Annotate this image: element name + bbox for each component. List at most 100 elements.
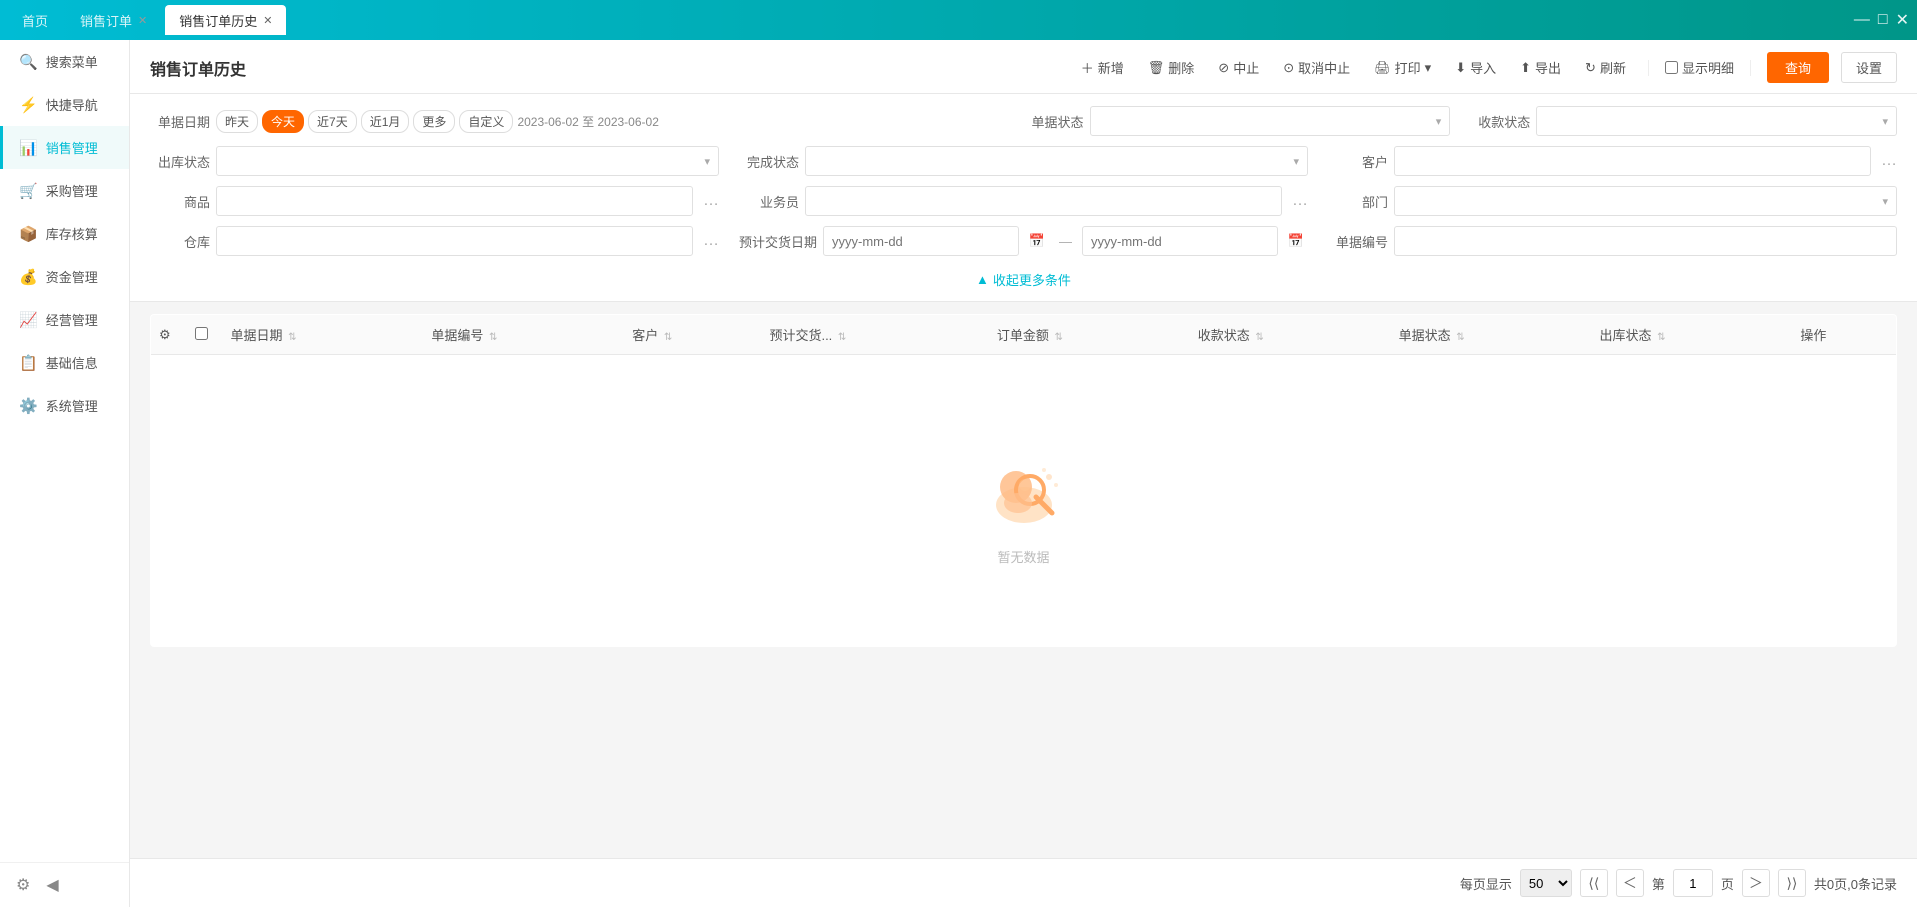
salesperson-dots[interactable]: … (1292, 192, 1308, 210)
empty-illustration (974, 435, 1074, 535)
stop-button[interactable]: ⊘ 中止 (1212, 54, 1265, 81)
settings-button[interactable]: 设置 (1841, 52, 1897, 83)
customer-input[interactable] (1394, 146, 1871, 176)
product-input[interactable] (216, 186, 693, 216)
refresh-icon: ↻ (1585, 60, 1596, 76)
sidebar-item-inventory[interactable]: 📦 库存核算 (0, 212, 129, 255)
salesperson-input[interactable] (805, 186, 1282, 216)
search-menu-icon: 🔍 (19, 53, 38, 71)
col-payment-status-label: 收款状态 (1198, 328, 1250, 343)
col-checkbox[interactable] (187, 315, 223, 355)
refresh-button[interactable]: ↻ 刷新 (1579, 54, 1632, 81)
order-no-input[interactable] (1394, 226, 1897, 256)
tab-sales-order[interactable]: 销售订单 ✕ (66, 5, 161, 35)
expected-date-label: 预计交货日期 (739, 232, 817, 251)
payment-status-select[interactable]: ▾ (1536, 106, 1897, 136)
minimize-button[interactable]: — (1854, 11, 1870, 29)
sidebar-item-purchase-mgmt[interactable]: 🛒 采购管理 (0, 169, 129, 212)
col-payment-status[interactable]: 收款状态 ⇅ (1190, 315, 1391, 355)
display-columns-checkbox[interactable]: 显示明细 (1665, 58, 1734, 77)
customer-label: 客户 (1328, 152, 1388, 171)
sidebar-item-base-info[interactable]: 📋 基础信息 (0, 341, 129, 384)
add-button[interactable]: ＋ 新增 (1075, 54, 1130, 81)
display-columns-input[interactable] (1665, 61, 1678, 74)
table-header-row: ⚙ 单据日期 ⇅ 单据编号 ⇅ 客户 (151, 315, 1897, 355)
page-header: 销售订单历史 ＋ 新增 🗑 删除 ⊘ 中止 ⊙ (130, 40, 1917, 94)
customer-dots[interactable]: … (1881, 152, 1897, 170)
col-settings[interactable]: ⚙ (151, 315, 187, 355)
complete-status-select[interactable]: ▾ (805, 146, 1308, 176)
import-button[interactable]: ⬇ 导入 (1449, 54, 1502, 81)
query-button[interactable]: 查询 (1767, 52, 1829, 83)
delivery-status-select[interactable]: ▾ (216, 146, 719, 176)
per-page-select[interactable]: 50 10 20 100 (1520, 869, 1572, 897)
select-all-checkbox[interactable] (195, 327, 208, 340)
first-page-button[interactable]: ⟨⟨ (1580, 869, 1608, 897)
sidebar-item-quick-nav[interactable]: ⚡ 快捷导航 (0, 83, 129, 126)
print-button[interactable]: 🖨 打印 ▾ (1368, 54, 1437, 81)
delivery-status-arrow: ▾ (704, 155, 710, 168)
collapse-row[interactable]: ▲ 收起更多条件 (150, 266, 1897, 289)
prev-page-button[interactable]: ＜ (1616, 869, 1644, 897)
expected-date-start[interactable] (823, 226, 1019, 256)
stop-label: 中止 (1233, 58, 1259, 77)
sidebar-item-purchase-mgmt-label: 采购管理 (46, 181, 98, 200)
col-delivery-status-sort: ⇅ (1657, 332, 1665, 343)
col-amount-sort: ⇅ (1054, 332, 1062, 343)
print-icon: 🖨 (1374, 60, 1391, 76)
col-expected-delivery[interactable]: 预计交货... ⇅ (761, 315, 988, 355)
date-btn-today[interactable]: 今天 (262, 110, 304, 133)
tab-sales-order-history-close[interactable]: ✕ (263, 14, 272, 27)
export-label: 导出 (1535, 58, 1561, 77)
date-btn-more[interactable]: 更多 (413, 110, 455, 133)
col-order-no[interactable]: 单据编号 ⇅ (423, 315, 624, 355)
sidebar-collapse-icon[interactable]: ◀ (46, 875, 58, 895)
filter-date: 单据日期 昨天 今天 近7天 近1月 更多 自定义 2023-06-02 至 2… (150, 110, 1004, 133)
empty-text: 暂无数据 (997, 547, 1049, 566)
sidebar-item-system[interactable]: ⚙️ 系统管理 (0, 384, 129, 427)
delete-button[interactable]: 🗑 删除 (1142, 54, 1201, 81)
tab-home[interactable]: 首页 (8, 5, 62, 35)
date-btn-yesterday[interactable]: 昨天 (216, 110, 258, 133)
order-status-select[interactable]: ▾ (1090, 106, 1451, 136)
warehouse-input[interactable] (216, 226, 693, 256)
last-page-button[interactable]: ⟩⟩ (1778, 869, 1806, 897)
close-window-button[interactable]: ✕ (1896, 10, 1909, 30)
sidebar-item-sales-mgmt-label: 销售管理 (46, 138, 98, 157)
col-date[interactable]: 单据日期 ⇅ (223, 315, 424, 355)
warehouse-dots[interactable]: … (703, 232, 719, 250)
sidebar-item-sales-mgmt[interactable]: 📊 销售管理 (0, 126, 129, 169)
filter-customer: 客户 … (1328, 146, 1897, 176)
table-body: 暂无数据 (151, 355, 1897, 647)
cancel-stop-button[interactable]: ⊙ 取消中止 (1277, 54, 1356, 81)
sidebar-settings-icon[interactable]: ⚙ (16, 875, 30, 895)
tab-sales-order-history[interactable]: 销售订单历史 ✕ (165, 5, 286, 35)
tab-sales-order-close[interactable]: ✕ (138, 14, 147, 27)
next-page-button[interactable]: ＞ (1742, 869, 1770, 897)
date-btn-custom[interactable]: 自定义 (459, 110, 513, 133)
col-delivery-status[interactable]: 出库状态 ⇅ (1591, 315, 1792, 355)
sidebar-item-search-menu[interactable]: 🔍 搜索菜单 (0, 40, 129, 83)
filter-row-1: 单据日期 昨天 今天 近7天 近1月 更多 自定义 2023-06-02 至 2… (150, 106, 1897, 136)
col-order-status[interactable]: 单据状态 ⇅ (1391, 315, 1592, 355)
export-button[interactable]: ⬆ 导出 (1514, 54, 1567, 81)
sidebar-item-operations[interactable]: 📈 经营管理 (0, 298, 129, 341)
finance-icon: 💰 (19, 268, 38, 286)
date-btn-last1m[interactable]: 近1月 (361, 110, 410, 133)
col-amount[interactable]: 订单金额 ⇅ (989, 315, 1190, 355)
department-select[interactable]: ▾ (1394, 186, 1897, 216)
sidebar-item-finance[interactable]: 💰 资金管理 (0, 255, 129, 298)
date-btn-last7[interactable]: 近7天 (308, 110, 357, 133)
sidebar-item-operations-label: 经营管理 (46, 310, 98, 329)
sidebar-item-inventory-label: 库存核算 (46, 224, 98, 243)
product-dots[interactable]: … (703, 192, 719, 210)
current-page-input[interactable] (1673, 869, 1713, 897)
filter-department: 部门 ▾ (1328, 186, 1897, 216)
col-customer[interactable]: 客户 ⇅ (624, 315, 761, 355)
expected-date-end[interactable] (1082, 226, 1278, 256)
filter-product: 商品 … (150, 186, 719, 216)
filter-payment-status: 收款状态 ▾ (1470, 106, 1897, 136)
maximize-button[interactable]: □ (1878, 11, 1888, 29)
per-page-label: 每页显示 (1460, 874, 1512, 893)
sidebar-item-search-menu-label: 搜索菜单 (46, 52, 98, 71)
